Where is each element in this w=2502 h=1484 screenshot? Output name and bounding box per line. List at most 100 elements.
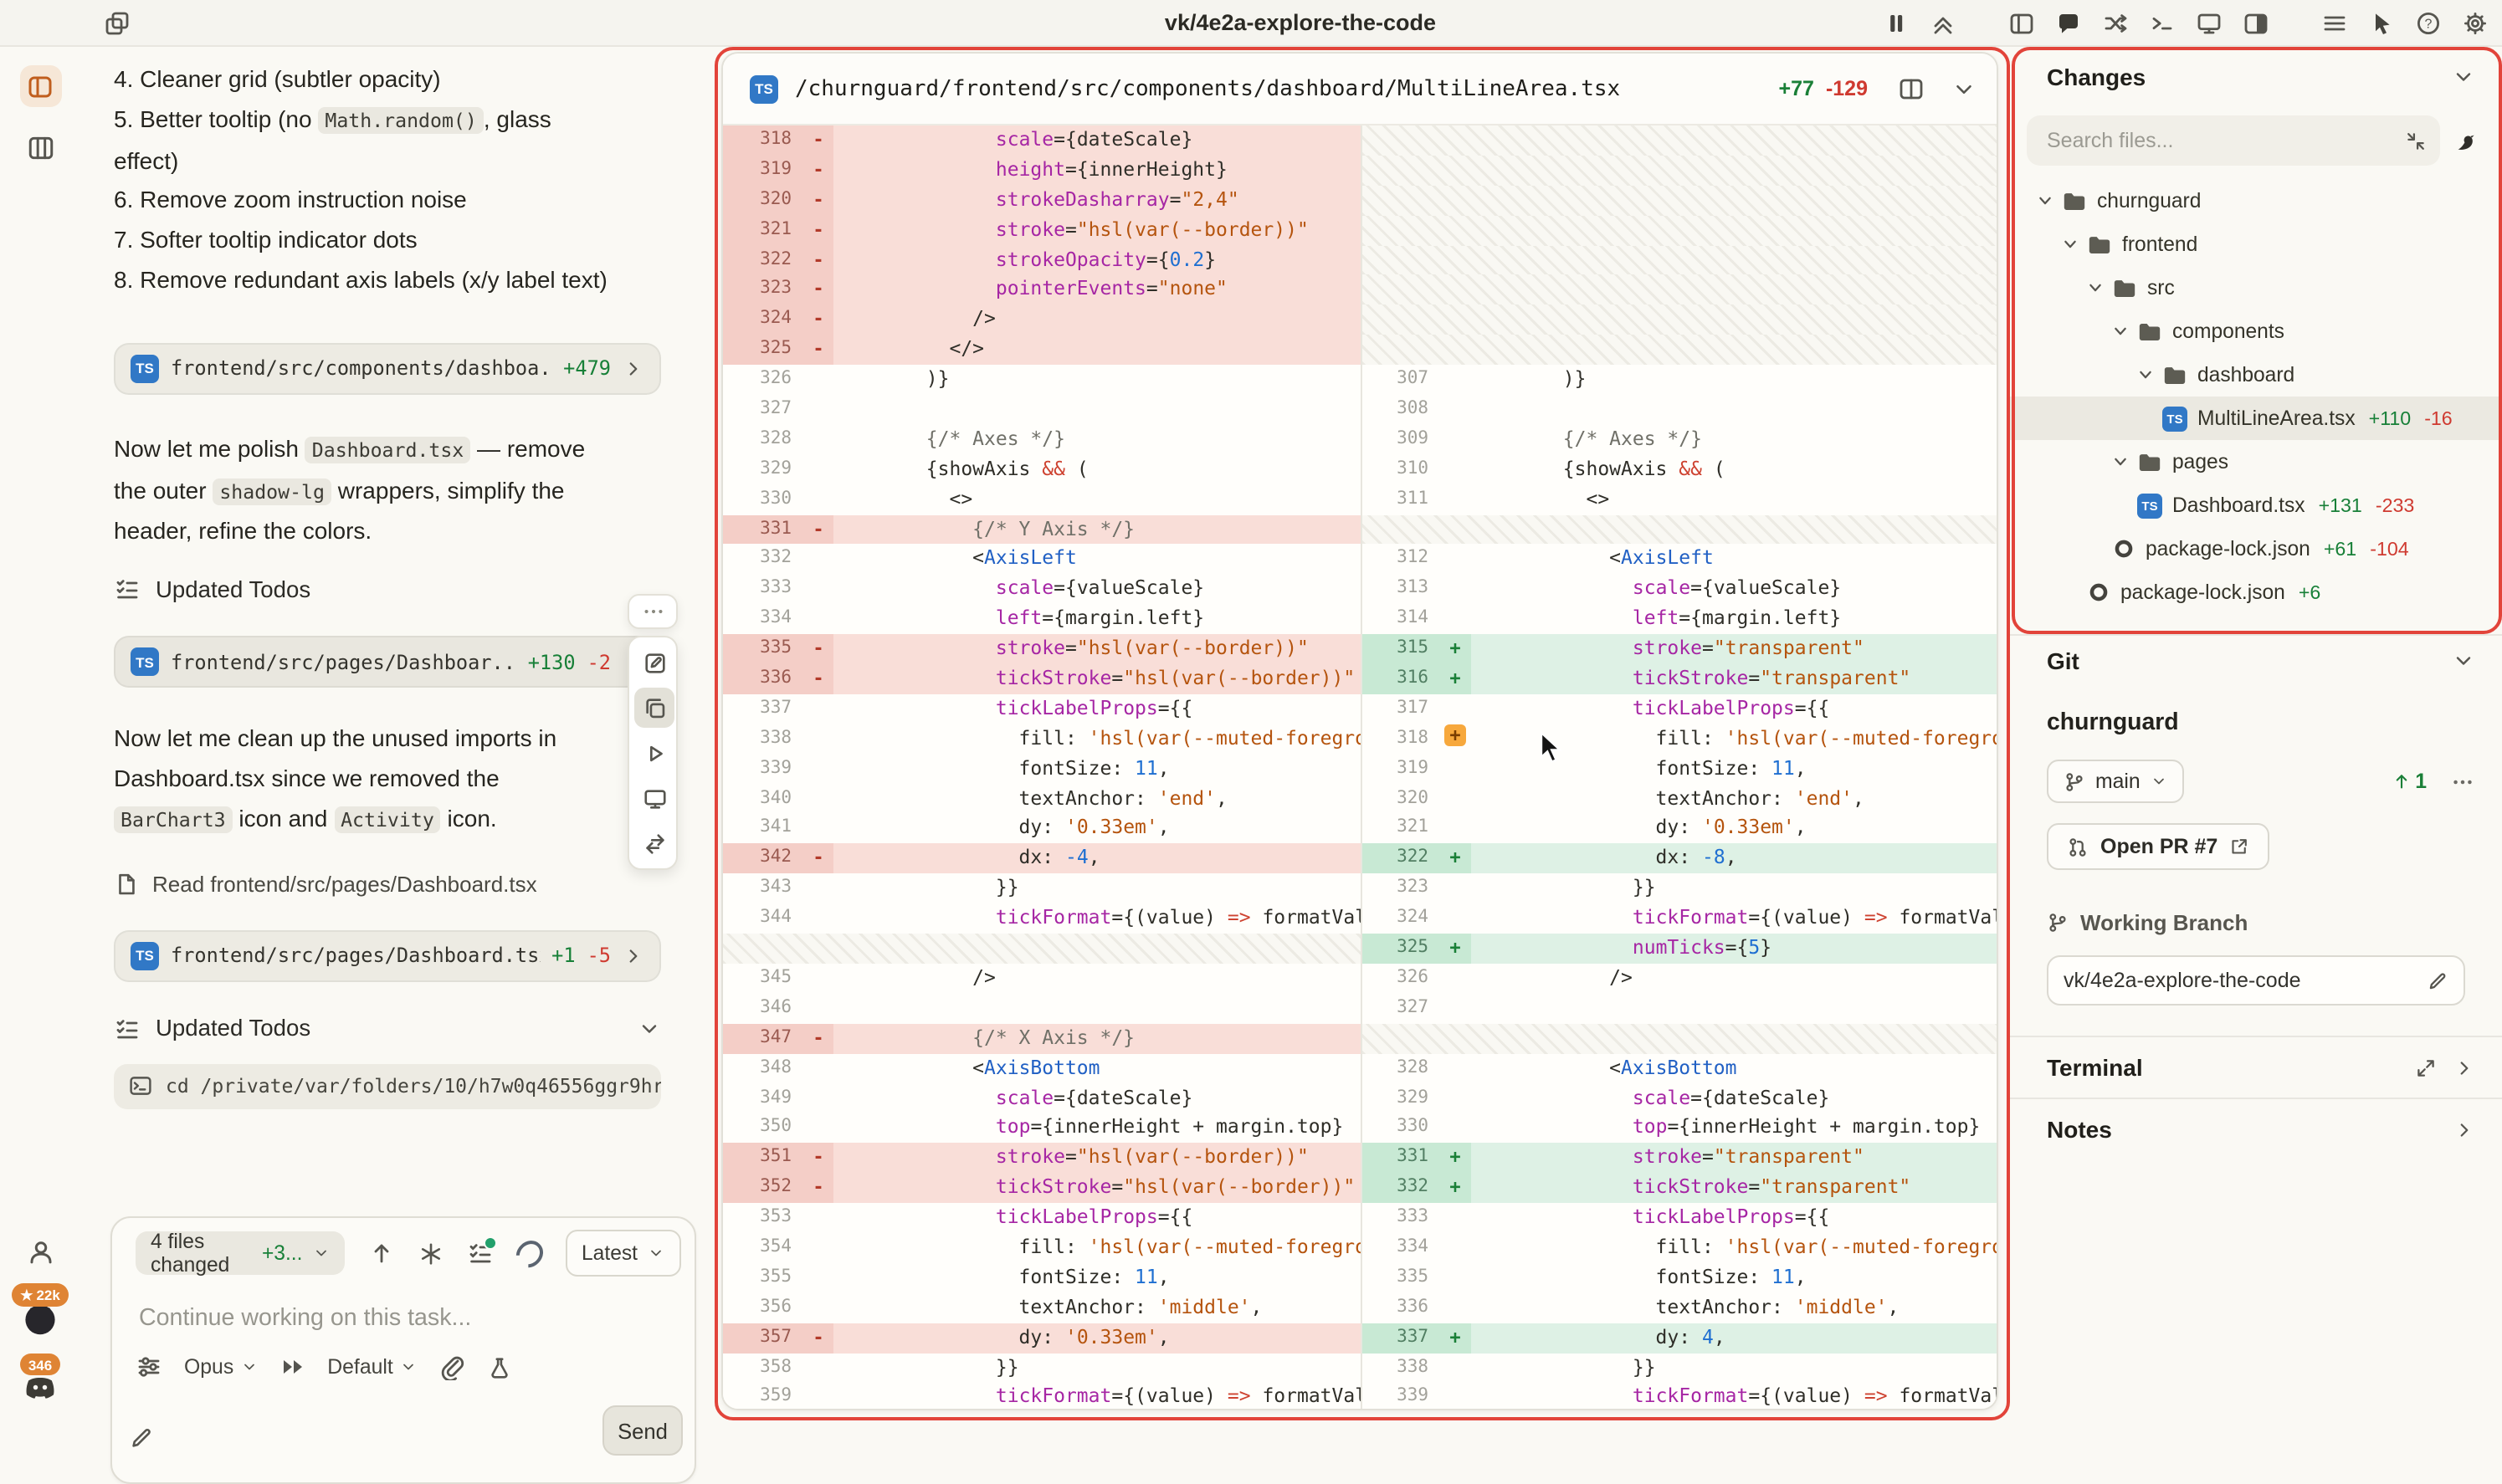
- sliders-icon[interactable]: [136, 1354, 162, 1380]
- todo-list-icon[interactable]: [467, 1240, 494, 1267]
- paperclip-icon[interactable]: [438, 1354, 465, 1380]
- read-file-label: Read frontend/src/pages/Dashboard.tsx: [152, 871, 537, 896]
- updated-todos-row[interactable]: Updated Todos: [114, 576, 661, 602]
- collapse-all-icon[interactable]: [2405, 130, 2427, 151]
- commits-ahead[interactable]: 1: [2392, 770, 2427, 793]
- tree-file-Dashboard.tsx[interactable]: TSDashboard.tsx+131-233: [2007, 484, 2502, 527]
- git-branch-icon: [2064, 770, 2085, 792]
- discord-link[interactable]: 346: [20, 1354, 60, 1405]
- file-search[interactable]: [2027, 115, 2440, 166]
- menu-icon[interactable]: [2321, 9, 2348, 36]
- chevron-down-icon[interactable]: [638, 1016, 661, 1040]
- tree-folder-dashboard[interactable]: dashboard: [2007, 353, 2502, 397]
- help-icon[interactable]: ?: [2415, 9, 2442, 36]
- split-view-icon[interactable]: [1898, 75, 1925, 102]
- tree-folder-components[interactable]: components: [2007, 310, 2502, 353]
- ts-file-icon: TS: [2137, 493, 2162, 518]
- chat-bubble-icon[interactable]: [2055, 9, 2082, 36]
- search-input[interactable]: [2043, 127, 2405, 154]
- assistant-message-list: 4. Cleaner grid (subtler opacity)5. Bett…: [114, 60, 608, 301]
- tree-file-package-lock.json[interactable]: package-lock.json+6: [2007, 571, 2502, 614]
- diff-row: 352- tickStroke="hsl(var(--border))"332+…: [723, 1173, 1997, 1203]
- folder-icon: [2112, 275, 2137, 300]
- send-button[interactable]: Send: [602, 1405, 683, 1456]
- collapse-up-icon[interactable]: [1930, 9, 1956, 36]
- tree-folder-churnguard[interactable]: churnguard: [2007, 179, 2502, 223]
- github-link[interactable]: ★22k: [12, 1283, 69, 1337]
- working-branch-input[interactable]: vk/4e2a-explore-the-code: [2047, 955, 2465, 1006]
- deletions-count: -104: [2370, 538, 2408, 560]
- working-branch-label-row: Working Branch: [2047, 910, 2475, 935]
- chevron-right-icon[interactable]: [2453, 1057, 2475, 1078]
- diff-row: 334 left={margin.left}314 left={margin.l…: [723, 605, 1997, 635]
- chevron-right-icon: [623, 944, 644, 966]
- svg-text:?: ?: [2425, 17, 2433, 31]
- bird-icon[interactable]: [2440, 126, 2482, 155]
- pause-icon[interactable]: [1883, 9, 1910, 36]
- file-change-chip-dashboard-page-2[interactable]: TS frontend/src/pages/Dashboard.tsx +1 -…: [114, 929, 661, 981]
- monitor-button[interactable]: [634, 778, 674, 818]
- arrow-up-icon[interactable]: [368, 1240, 395, 1267]
- ts-file-icon: TS: [131, 355, 159, 383]
- tree-folder-src[interactable]: src: [2007, 266, 2502, 310]
- branch-select[interactable]: main: [2047, 760, 2184, 803]
- files-changed-button[interactable]: 4 files changed +3...: [136, 1231, 345, 1275]
- diff-row: 322- strokeOpacity={0.2}: [723, 245, 1997, 275]
- ts-file-icon: TS: [2162, 406, 2187, 431]
- star-icon: ★: [20, 1286, 33, 1304]
- terminal-command-chip[interactable]: cd /private/var/folders/10/h7w0q46556ggr…: [114, 1063, 661, 1108]
- diff-row: 331- {/* Y Axis */}: [723, 514, 1997, 545]
- mode-select[interactable]: Default: [327, 1355, 417, 1379]
- kanban-board-icon[interactable]: [19, 127, 61, 169]
- git-compare-button[interactable]: [634, 823, 674, 863]
- tree-folder-pages[interactable]: pages: [2007, 440, 2502, 484]
- more-actions-button[interactable]: [628, 594, 678, 629]
- shuffle-icon[interactable]: [2102, 9, 2129, 36]
- copy-button[interactable]: [634, 688, 674, 728]
- expand-icon[interactable]: [2415, 1057, 2437, 1078]
- deletions-count: -2: [587, 650, 611, 673]
- flask-icon[interactable]: [487, 1354, 512, 1379]
- tree-file-package-lock.json[interactable]: package-lock.json+61-104: [2007, 527, 2502, 571]
- terminal-section-header[interactable]: Terminal: [2007, 1036, 2502, 1098]
- deletions-count: -16: [2424, 407, 2453, 429]
- message-input[interactable]: [136, 1303, 661, 1333]
- play-button[interactable]: [634, 733, 674, 773]
- sparkle-icon[interactable]: [418, 1241, 443, 1266]
- file-change-chip-dashboard-page[interactable]: TS frontend/src/pages/Dashboar... +130 -…: [114, 636, 661, 688]
- tree-file-MultiLineArea.tsx[interactable]: TSMultiLineArea.tsx+110-16: [2007, 397, 2502, 440]
- changes-section-header[interactable]: Changes: [2007, 55, 2502, 99]
- read-file-row[interactable]: Read frontend/src/pages/Dashboard.tsx: [114, 871, 661, 896]
- diff-row: 335- stroke="hsl(var(--border))"315+ str…: [723, 634, 1997, 664]
- open-pr-button[interactable]: Open PR #7: [2047, 823, 2269, 870]
- notes-section-header[interactable]: Notes: [2007, 1098, 2502, 1159]
- pointer-icon[interactable]: [2368, 9, 2395, 36]
- edit-message-button[interactable]: [634, 642, 674, 683]
- chevron-right-icon[interactable]: [2453, 1118, 2475, 1140]
- updated-todos-row-2[interactable]: Updated Todos: [114, 1015, 661, 1041]
- stacked-panels-icon[interactable]: [104, 9, 131, 36]
- pencil-icon[interactable]: [129, 1425, 154, 1451]
- model-select[interactable]: Opus: [184, 1355, 257, 1379]
- diff-row: 357- dy: '0.33em',337+ dy: 4,: [723, 1323, 1997, 1353]
- pencil-icon[interactable]: [2427, 970, 2448, 991]
- version-select[interactable]: Latest: [565, 1230, 681, 1277]
- window-title: vk/4e2a-explore-the-code: [1165, 10, 1436, 35]
- terminal-icon[interactable]: [2149, 9, 2176, 36]
- chevron-down-icon[interactable]: [1951, 76, 1976, 101]
- profile-icon[interactable]: [26, 1238, 54, 1267]
- settings-gear-icon[interactable]: [2462, 9, 2489, 36]
- diff-row: 318- scale={dateScale}: [723, 125, 1997, 156]
- git-section-header[interactable]: Git: [2007, 639, 2502, 683]
- fast-forward-icon[interactable]: [279, 1354, 305, 1380]
- tree-folder-frontend[interactable]: frontend: [2007, 223, 2502, 266]
- panel-left-icon[interactable]: [2008, 9, 2035, 36]
- diff-row: 342- dx: -4,322+ dx: -8,: [723, 844, 1997, 874]
- more-options-icon[interactable]: [2450, 769, 2475, 794]
- monitor-icon[interactable]: [2196, 9, 2223, 36]
- panel-right-icon[interactable]: [2243, 9, 2269, 36]
- add-comment-button[interactable]: +: [1444, 724, 1466, 746]
- folder-icon: [2162, 362, 2187, 387]
- active-workspace-button[interactable]: [19, 65, 61, 107]
- file-change-chip-dashboard-components[interactable]: TS frontend/src/components/dashboa... +4…: [114, 343, 661, 395]
